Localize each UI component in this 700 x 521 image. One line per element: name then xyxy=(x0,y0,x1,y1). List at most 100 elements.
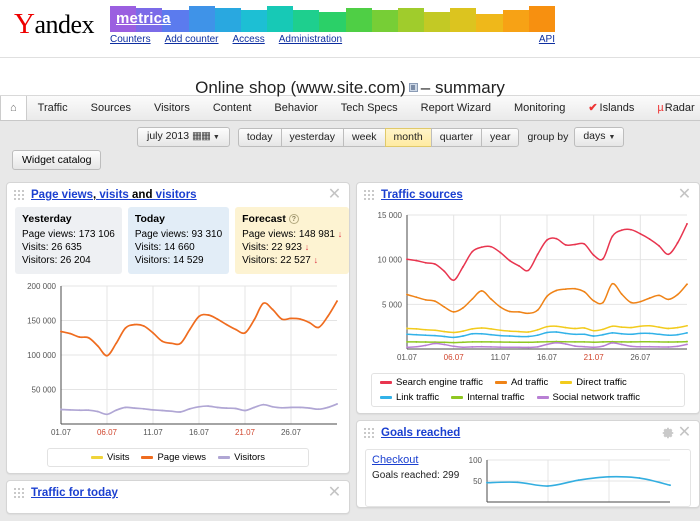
tab-visitors[interactable]: Visitors xyxy=(143,96,202,120)
svg-text:11.07: 11.07 xyxy=(143,428,163,437)
card-metric: Visitors: 14 529 xyxy=(135,254,222,267)
legend-swatch xyxy=(495,381,507,384)
legend-item-direct-traffic[interactable]: Direct traffic xyxy=(560,377,627,388)
pageviews-chart[interactable]: 50 000100 000150 000200 00001.0706.0711.… xyxy=(15,280,343,442)
drag-handle-icon[interactable] xyxy=(364,428,374,438)
metrica-wordmark[interactable]: metrica xyxy=(116,10,171,27)
page-title-bar: Online shop (www.site.com) – summary xyxy=(0,58,700,96)
group-by-label: group by xyxy=(527,131,568,143)
drag-handle-icon[interactable] xyxy=(14,190,24,200)
card-heading: Today xyxy=(135,213,222,226)
tab-traffic[interactable]: Traffic xyxy=(27,96,80,120)
svg-text:21.07: 21.07 xyxy=(584,353,605,362)
rainbow-segment xyxy=(241,10,267,32)
rainbow-segment xyxy=(293,10,319,32)
legend-item-page-views[interactable]: Page views xyxy=(141,452,206,463)
widget-catalog-button[interactable]: Widget catalog xyxy=(12,150,101,170)
period-quarter[interactable]: quarter xyxy=(431,128,481,147)
metrica-rainbow-banner: metrica xyxy=(110,6,555,32)
tab-monitoring[interactable]: Monitoring xyxy=(503,96,577,120)
trend-down-icon: ↓ xyxy=(305,242,310,252)
gear-icon[interactable] xyxy=(661,426,675,440)
metric-link[interactable]: Page views xyxy=(31,189,93,201)
svg-text:06.07: 06.07 xyxy=(97,428,118,437)
tab-islands[interactable]: ✔Islands xyxy=(577,96,646,120)
tab-report-wizard[interactable]: Report Wizard xyxy=(410,96,503,120)
group-by-select[interactable]: days▼ xyxy=(574,127,624,147)
nav-link-counters[interactable]: Counters xyxy=(110,34,151,45)
period-month[interactable]: month xyxy=(385,128,431,147)
widget-traffic-today: Traffic for today ✕ xyxy=(6,480,350,514)
legend-swatch xyxy=(380,396,392,399)
widget-header: Goals reached ✕ xyxy=(357,421,699,445)
legend-label: Page views xyxy=(157,452,206,463)
nav-link-access[interactable]: Access xyxy=(233,34,265,45)
check-icon: ✔ xyxy=(588,102,597,114)
widget-title-traffic-today[interactable]: Traffic for today xyxy=(31,487,118,499)
nav-link-administration[interactable]: Administration xyxy=(279,34,342,45)
nav-link-api[interactable]: API xyxy=(539,34,555,45)
drag-handle-icon[interactable] xyxy=(14,488,24,498)
drag-handle-icon[interactable] xyxy=(364,190,374,200)
period-today[interactable]: today xyxy=(238,128,281,147)
help-icon[interactable]: ? xyxy=(289,214,299,224)
legend-item-link-traffic[interactable]: Link traffic xyxy=(380,392,439,403)
legend-swatch xyxy=(560,381,572,384)
tab-label: Monitoring xyxy=(514,102,565,114)
legend-item-internal-traffic[interactable]: Internal traffic xyxy=(451,392,524,403)
tab-home[interactable]: ⌂ xyxy=(0,96,27,120)
card-heading: Forecast? xyxy=(242,213,342,226)
widget-goals-reached: Goals reached ✕ Checkout Goals reached: … xyxy=(356,420,700,508)
period-year[interactable]: year xyxy=(481,128,519,147)
period-toolbar: july 2013▦▦▼ todayyesterdayweekmonthquar… xyxy=(0,121,700,151)
goal-name-link[interactable]: Checkout xyxy=(372,454,461,466)
tab-content[interactable]: Content xyxy=(202,96,264,120)
catalog-toolbar: Widget catalog xyxy=(0,151,700,171)
tab-sources[interactable]: Sources xyxy=(80,96,143,120)
metric-link[interactable]: visits xyxy=(99,189,128,201)
legend-swatch xyxy=(380,381,392,384)
card-metric: Visitors: 26 204 xyxy=(22,254,115,267)
widget-title-traffic-sources[interactable]: Traffic sources xyxy=(381,189,463,201)
legend-item-ad-traffic[interactable]: Ad traffic xyxy=(495,377,548,388)
rainbow-segment xyxy=(529,6,555,32)
svg-text:06.07: 06.07 xyxy=(444,353,465,362)
date-picker-button[interactable]: july 2013▦▦▼ xyxy=(137,127,230,147)
traffic-sources-chart[interactable]: 5 00010 00015 00001.0706.0711.0716.0721.… xyxy=(365,209,693,367)
widget-title-goals-reached[interactable]: Goals reached xyxy=(381,427,460,439)
close-icon[interactable]: ✕ xyxy=(677,187,692,202)
legend-item-social-network-traffic[interactable]: Social network traffic xyxy=(537,392,640,403)
tab-behavior[interactable]: Behavior xyxy=(263,96,329,120)
svg-text:150 000: 150 000 xyxy=(27,317,56,326)
metric-link[interactable]: visitors xyxy=(156,189,197,201)
tab-tech-specs[interactable]: Tech Specs xyxy=(330,96,410,120)
goals-chart[interactable]: 50100 xyxy=(461,454,676,506)
tab-radar[interactable]: µRadar xyxy=(646,96,700,120)
main-tab-bar: ⌂TrafficSourcesVisitorsContent Behavior Te… xyxy=(0,96,700,121)
svg-text:10 000: 10 000 xyxy=(378,256,403,265)
close-icon[interactable]: ✕ xyxy=(327,187,342,202)
period-yesterday[interactable]: yesterday xyxy=(281,128,344,147)
legend-swatch xyxy=(91,456,103,459)
yandex-logo-text: andex xyxy=(34,10,94,39)
page-title-suffix: – summary xyxy=(421,78,505,97)
svg-text:01.07: 01.07 xyxy=(51,428,72,437)
widget-header: Page views, visits and visitors ✕ xyxy=(7,183,349,207)
widget-title-page-views[interactable]: Page views, visits and visitors xyxy=(31,189,197,201)
goal-info: Checkout Goals reached: 299 xyxy=(366,454,461,506)
yandex-logo[interactable]: Yandex xyxy=(14,8,94,41)
svg-text:16.07: 16.07 xyxy=(189,428,210,437)
page-title-site: Online shop (www.site.com) xyxy=(195,78,406,97)
legend-item-visits[interactable]: Visits xyxy=(91,452,130,463)
svg-text:21.07: 21.07 xyxy=(235,428,256,437)
goal-panel: Checkout Goals reached: 299 50100 xyxy=(365,449,691,507)
nav-link-add-counter[interactable]: Add counter xyxy=(165,34,219,45)
legend-item-search-engine-traffic[interactable]: Search engine traffic xyxy=(380,377,483,388)
close-icon[interactable]: ✕ xyxy=(327,485,342,500)
page-icon[interactable] xyxy=(409,83,418,92)
traffic-sources-chart-area: 5 00010 00015 00001.0706.0711.0716.0721.… xyxy=(357,207,699,371)
close-icon[interactable]: ✕ xyxy=(677,425,692,440)
legend-item-visitors[interactable]: Visitors xyxy=(218,452,265,463)
tab-label: Behavior xyxy=(274,102,317,114)
period-week[interactable]: week xyxy=(343,128,385,147)
